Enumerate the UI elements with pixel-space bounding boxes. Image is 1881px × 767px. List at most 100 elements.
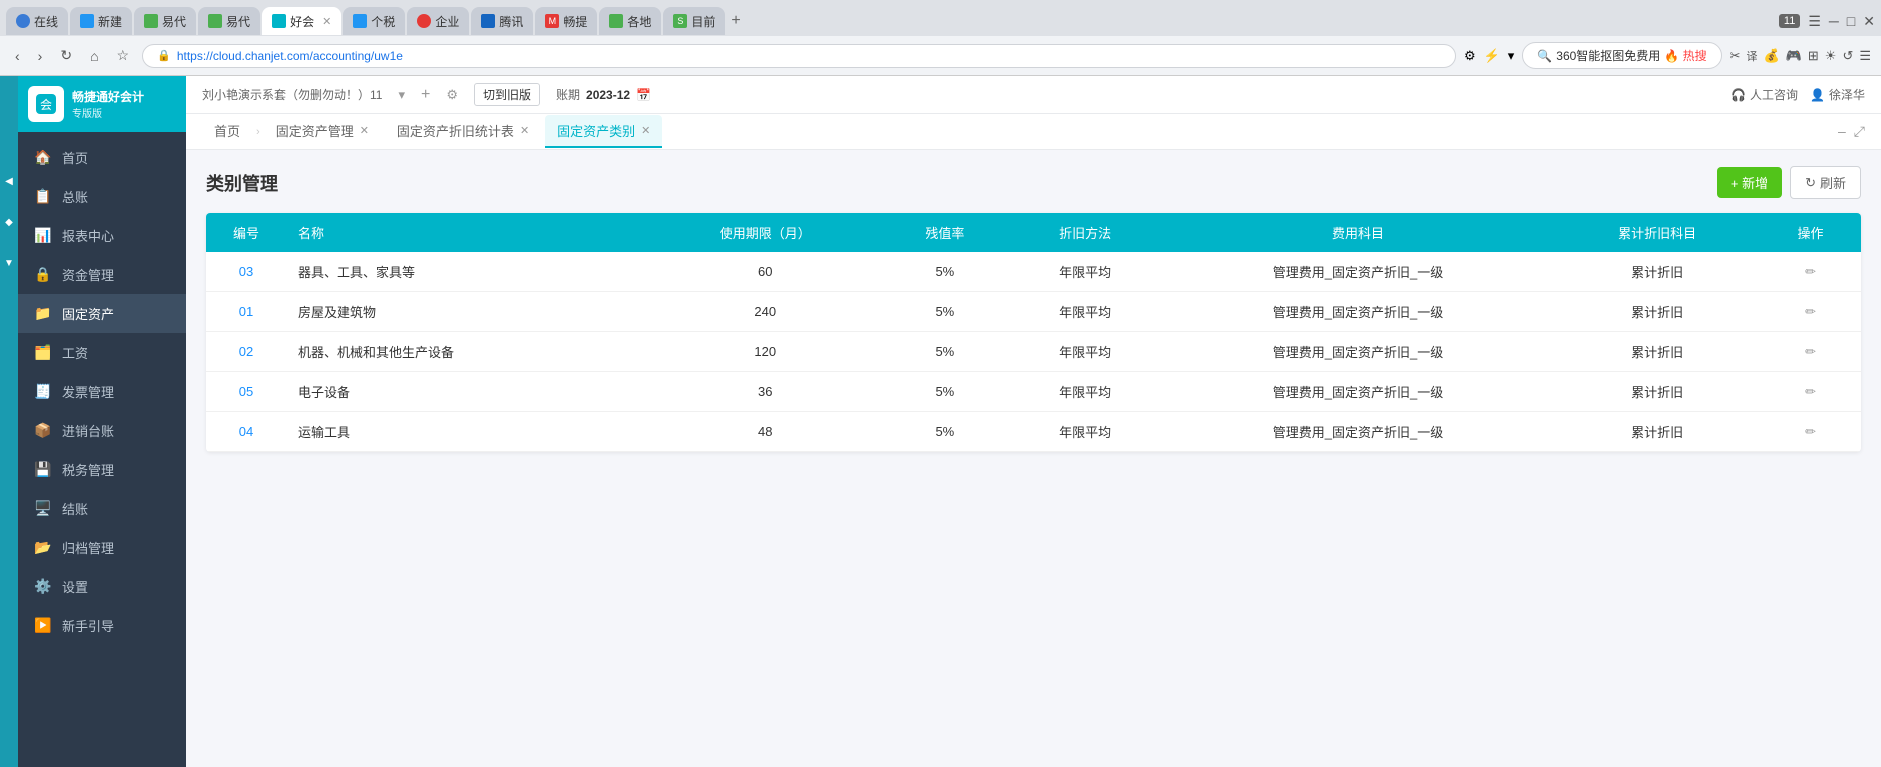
translate-icon[interactable]: 译 [1747, 48, 1758, 64]
sidebar-item-archive[interactable]: 📂 归档管理 [18, 528, 186, 567]
maximize-icon[interactable]: □ [1847, 13, 1855, 29]
bookmark-button[interactable]: ☆ [112, 45, 135, 66]
tab-count-badge: 11 [1779, 14, 1800, 28]
side-icon-2[interactable]: ◆ [5, 217, 13, 228]
browser-tab-8[interactable]: 腾讯 [471, 7, 533, 35]
edit-icon[interactable]: ✏ [1805, 344, 1816, 359]
grid-icon[interactable]: ⊞ [1808, 48, 1819, 64]
edit-icon[interactable]: ✏ [1805, 384, 1816, 399]
home-button[interactable]: ⌂ [85, 46, 103, 66]
sidebar-item-ledger[interactable]: 📋 总账 [18, 177, 186, 216]
reload-button[interactable]: ↻ [55, 45, 77, 66]
browser-menu-icon[interactable]: ☰ [1808, 13, 1821, 30]
switch-to-old-button[interactable]: 切到旧版 [474, 83, 540, 106]
side-icon-1[interactable]: ◀ [5, 176, 13, 187]
breadcrumb-tabs: 首页 › 固定资产管理 ✕ 固定资产折旧统计表 ✕ 固定资产类别 ✕ – ⤢ [186, 114, 1881, 150]
cell-action: ✏ [1760, 372, 1861, 412]
undo-icon[interactable]: ↺ [1842, 48, 1853, 64]
col-months: 使用期限（月） [649, 213, 881, 252]
game-icon[interactable]: 🎮 [1786, 48, 1802, 64]
browser-tab-2[interactable]: 新建 [70, 7, 132, 35]
tab-close-asset-category[interactable]: ✕ [641, 124, 650, 137]
sidebar-item-purchase-sales[interactable]: 📦 进销台账 [18, 411, 186, 450]
browser-tab-5[interactable]: 好会 ✕ [262, 7, 341, 35]
dropdown-icon[interactable]: ▾ [1508, 48, 1515, 64]
extensions-icon[interactable]: ⚙ [1464, 48, 1476, 64]
tab-fixed-assets-mgmt[interactable]: 固定资产管理 ✕ [264, 115, 381, 148]
sidebar-item-fixed-assets[interactable]: 📁 固定资产 [18, 294, 186, 333]
tab-depreciation-stats[interactable]: 固定资产折旧统计表 ✕ [385, 115, 541, 148]
headset-icon: 🎧 [1731, 88, 1746, 102]
address-input[interactable]: 🔒 https://cloud.chanjet.com/accounting/u… [142, 44, 1456, 68]
table-row: 01 房屋及建筑物 240 5% 年限平均 管理费用_固定资产折旧_一级 累计折… [206, 292, 1861, 332]
sidebar-item-settings[interactable]: ⚙️ 设置 [18, 567, 186, 606]
browser-menu-icon[interactable]: ☰ [1859, 48, 1871, 64]
sidebar-item-guide[interactable]: ▶️ 新手引导 [18, 606, 186, 645]
header-actions: 🎧 人工咨询 👤 徐泽华 [1731, 86, 1865, 103]
admin-name: 徐泽华 [1829, 86, 1865, 103]
sidebar-item-label-settlement: 结账 [62, 499, 88, 518]
settings-icon: ⚙️ [34, 578, 52, 596]
ledger-icon: 📋 [34, 188, 52, 206]
table-row: 02 机器、机械和其他生产设备 120 5% 年限平均 管理费用_固定资产折旧_… [206, 332, 1861, 372]
add-button[interactable]: + 新增 [1717, 167, 1782, 198]
back-button[interactable]: ‹ [10, 46, 25, 66]
consult-button[interactable]: 🎧 人工咨询 [1731, 86, 1798, 103]
consult-label: 人工咨询 [1750, 86, 1798, 103]
scissors-icon[interactable]: ✂ [1730, 48, 1741, 64]
sidebar-item-reports[interactable]: 📊 报表中心 [18, 216, 186, 255]
edit-icon[interactable]: ✏ [1805, 304, 1816, 319]
tab-label: 目前 [691, 13, 715, 30]
sun-icon[interactable]: ☀ [1825, 48, 1837, 64]
user-dropdown-icon[interactable]: ▾ [398, 87, 405, 103]
admin-user[interactable]: 👤 徐泽华 [1810, 86, 1865, 103]
sidebar-item-salary[interactable]: 🗂️ 工资 [18, 333, 186, 372]
forward-button[interactable]: › [33, 46, 48, 66]
add-account-icon[interactable]: + [421, 86, 430, 104]
tab-asset-category[interactable]: 固定资产类别 ✕ [545, 115, 662, 148]
edit-icon[interactable]: ✏ [1805, 264, 1816, 279]
sidebar-item-label-fixed-assets: 固定资产 [62, 304, 114, 323]
browser-tab-6[interactable]: 个税 [343, 7, 405, 35]
wallet-icon[interactable]: 💰 [1764, 48, 1780, 64]
search-text: 360智能抠图免费用 [1556, 47, 1660, 64]
tab-close-depreciation-stats[interactable]: ✕ [520, 124, 529, 137]
cell-expense: 管理费用_固定资产折旧_一级 [1162, 332, 1554, 372]
tab-home[interactable]: 首页 [202, 115, 252, 148]
panel-maximize-icon[interactable]: ⤢ [1854, 123, 1865, 140]
search-bar[interactable]: 🔍 360智能抠图免费用 🔥 热搜 [1522, 42, 1721, 69]
cell-residual: 5% [881, 292, 1008, 332]
guide-icon: ▶️ [34, 617, 52, 635]
browser-tab-1[interactable]: 在线 [6, 7, 68, 35]
sidebar-item-funds[interactable]: 🔒 资金管理 [18, 255, 186, 294]
tax-icon: 💾 [34, 461, 52, 479]
cell-months: 36 [649, 372, 881, 412]
new-tab-button[interactable]: + [727, 12, 744, 30]
close-icon[interactable]: ✕ [1863, 13, 1875, 30]
sidebar-item-tax[interactable]: 💾 税务管理 [18, 450, 186, 489]
col-expense: 费用科目 [1162, 213, 1554, 252]
sidebar-item-home[interactable]: 🏠 首页 [18, 138, 186, 177]
tab-close-icon[interactable]: ✕ [322, 15, 331, 28]
minimize-icon[interactable]: ─ [1829, 13, 1839, 29]
browser-tab-7[interactable]: 企业 [407, 7, 469, 35]
sidebar-item-label-home: 首页 [62, 148, 88, 167]
edit-icon[interactable]: ✏ [1805, 424, 1816, 439]
browser-tab-3[interactable]: 易代 [134, 7, 196, 35]
settings-gear-icon[interactable]: ⚙ [446, 87, 458, 103]
browser-tab-11[interactable]: S 目前 [663, 7, 725, 35]
sidebar-item-invoices[interactable]: 🧾 发票管理 [18, 372, 186, 411]
browser-tab-9[interactable]: M 畅提 [535, 7, 597, 35]
browser-tab-4[interactable]: 易代 [198, 7, 260, 35]
sidebar-item-settlement[interactable]: 🖥️ 结账 [18, 489, 186, 528]
invoices-icon: 🧾 [34, 383, 52, 401]
panel-minimize-icon[interactable]: – [1838, 123, 1846, 140]
lightning-icon[interactable]: ⚡ [1484, 48, 1500, 64]
side-icon-3[interactable]: ▼ [4, 258, 14, 269]
tab-close-fixed-assets-mgmt[interactable]: ✕ [360, 124, 369, 137]
calendar-icon[interactable]: 📅 [636, 88, 651, 102]
cell-method: 年限平均 [1008, 372, 1161, 412]
page-actions: + 新增 ↻ 刷新 [1717, 166, 1861, 199]
browser-tab-10[interactable]: 各地 [599, 7, 661, 35]
refresh-button[interactable]: ↻ 刷新 [1790, 166, 1861, 199]
